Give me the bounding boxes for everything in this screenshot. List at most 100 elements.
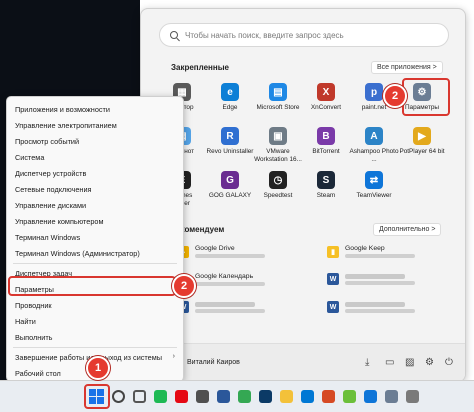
app-icon: ◷ — [269, 171, 287, 189]
recommended-item[interactable]: ▲Google Drive — [177, 245, 265, 258]
taskbar-explorer-icon[interactable] — [280, 390, 293, 403]
taskbar-settings-icon[interactable] — [385, 390, 398, 403]
app-label: Edge — [222, 104, 238, 111]
app-icon: B — [317, 127, 335, 145]
taskbar-netflix-icon[interactable] — [175, 390, 188, 403]
app-label: Speedtest — [263, 192, 293, 199]
app-icon: X — [317, 83, 335, 101]
pinned-app-tile[interactable]: ◷ Speedtest — [253, 171, 303, 211]
recommended-label: Google Календарь — [195, 273, 254, 280]
app-label: Ashampoo Photo ... — [349, 148, 399, 163]
desktop: Чтобы начать поиск, введите запрос здесь… — [0, 0, 474, 412]
documents-icon[interactable]: ▭ — [385, 357, 394, 368]
context-menu-item[interactable]: Управление электропитанием — [15, 121, 117, 130]
recommended-label — [195, 301, 255, 307]
recommended-label: Google Keep — [345, 245, 385, 252]
context-menu-item[interactable]: Приложения и возможности — [15, 105, 110, 114]
taskbar — [0, 380, 474, 412]
taskbar-task-view-icon[interactable] — [133, 390, 146, 403]
pictures-icon[interactable]: ▨ — [405, 357, 414, 368]
blurred-subtitle — [345, 280, 415, 285]
context-menu-item[interactable]: Управление дисками — [15, 201, 86, 210]
blurred-subtitle — [195, 282, 265, 286]
app-label: BitTorrent — [312, 148, 340, 155]
recommended-item[interactable]: W — [327, 273, 415, 285]
taskbar-photoshop-icon[interactable] — [259, 390, 272, 403]
step-badge-2-start: 2 — [383, 84, 407, 108]
pinned-app-tile[interactable]: ▶ PotPlayer 64 bit — [397, 127, 447, 167]
taskbar-calculator-icon[interactable] — [196, 390, 209, 403]
taskbar-media-icon[interactable] — [322, 390, 335, 403]
pinned-app-tile[interactable]: ▣ VMware Workstation 16... — [253, 127, 303, 167]
context-menu-item[interactable]: Диспетчер устройств — [15, 169, 86, 178]
pinned-app-tile[interactable]: S Steam — [301, 171, 351, 211]
submenu-arrow-icon: › — [172, 353, 175, 360]
step-badge-2-menu: 2 — [172, 274, 196, 298]
context-menu-item[interactable]: Выполнить — [15, 333, 52, 342]
pinned-title: Закрепленные — [171, 63, 230, 72]
app-label: VMware Workstation 16... — [254, 148, 302, 163]
app-icon: G — [221, 171, 239, 189]
app-icon: ▶ — [413, 127, 431, 145]
pinned-app-tile[interactable]: ⇄ TeamViewer — [349, 171, 399, 211]
start-button[interactable] — [89, 389, 104, 404]
search-icon — [170, 31, 178, 39]
app-label: PotPlayer 64 bit — [399, 148, 445, 155]
step-badge-1: 1 — [86, 356, 110, 380]
app-label: XnConvert — [310, 104, 342, 111]
file-icon: W — [327, 301, 339, 313]
context-menu-item[interactable]: Система — [15, 153, 44, 162]
taskbar-chrome-icon[interactable] — [238, 390, 251, 403]
user-name[interactable]: Виталий Каиров — [187, 359, 240, 366]
settings-tile-highlight — [402, 78, 450, 116]
taskbar-paint-icon[interactable] — [343, 390, 356, 403]
context-menu-item[interactable]: Рабочий стол — [15, 369, 61, 378]
app-label: TeamViewer — [356, 192, 392, 199]
app-label: Steam — [316, 192, 336, 199]
recommended-label — [345, 273, 405, 279]
more-button[interactable]: Дополнительно > — [373, 223, 442, 236]
context-menu-item[interactable]: Сетевые подключения — [15, 185, 91, 194]
app-icon: p — [365, 83, 383, 101]
pinned-app-tile[interactable]: A Ashampoo Photo ... — [349, 127, 399, 167]
app-label: GOG GALAXY — [208, 192, 252, 199]
taskbar-word-icon[interactable] — [217, 390, 230, 403]
pinned-app-tile[interactable]: B BitTorrent — [301, 127, 351, 167]
menu-separator — [13, 347, 177, 348]
context-menu-item[interactable]: Найти — [15, 317, 36, 326]
pinned-app-tile[interactable]: X XnConvert — [301, 83, 351, 123]
settings-menu-highlight — [8, 276, 176, 296]
blurred-subtitle — [345, 254, 415, 258]
blurred-subtitle — [195, 254, 265, 258]
app-icon: R — [221, 127, 239, 145]
context-menu-item[interactable]: Проводник — [15, 301, 52, 310]
pinned-app-tile[interactable]: e Edge — [205, 83, 255, 123]
taskbar-mail-icon[interactable] — [301, 390, 314, 403]
app-label: Microsoft Store — [256, 104, 300, 111]
recommended-item[interactable]: W — [177, 301, 265, 313]
file-icon: ▮ — [327, 245, 339, 258]
blurred-subtitle — [345, 308, 415, 313]
all-apps-button[interactable]: Все приложения > — [371, 61, 443, 74]
recommended-item[interactable]: W — [327, 301, 415, 313]
app-icon: ⇄ — [365, 171, 383, 189]
app-icon: S — [317, 171, 335, 189]
recommended-item[interactable]: ▮ Google Keep — [327, 245, 415, 258]
recommended-label: Google Drive — [195, 245, 235, 252]
settings-icon[interactable]: ⚙ — [425, 357, 434, 368]
taskbar-camera-icon[interactable] — [406, 390, 419, 403]
context-menu-item[interactable]: Терминал Windows (Администратор) — [15, 249, 140, 258]
download-icon[interactable]: ⤓ — [365, 357, 369, 368]
pinned-app-tile[interactable]: ▤ Microsoft Store — [253, 83, 303, 123]
taskbar-teamviewer-icon[interactable] — [364, 390, 377, 403]
pinned-app-tile[interactable]: G GOG GALAXY — [205, 171, 255, 211]
taskbar-spotify-icon[interactable] — [154, 390, 167, 403]
power-icon[interactable]: ⏻ — [445, 357, 453, 368]
pinned-app-tile[interactable]: R Revo Uninstaller — [205, 127, 255, 167]
context-menu-item[interactable]: Терминал Windows — [15, 233, 80, 242]
context-menu-item[interactable]: Просмотр событий — [15, 137, 79, 146]
app-icon: e — [221, 83, 239, 101]
taskbar-search-icon[interactable] — [112, 390, 125, 403]
start-search-box[interactable]: Чтобы начать поиск, введите запрос здесь — [159, 23, 449, 47]
context-menu-item[interactable]: Управление компьютером — [15, 217, 103, 226]
